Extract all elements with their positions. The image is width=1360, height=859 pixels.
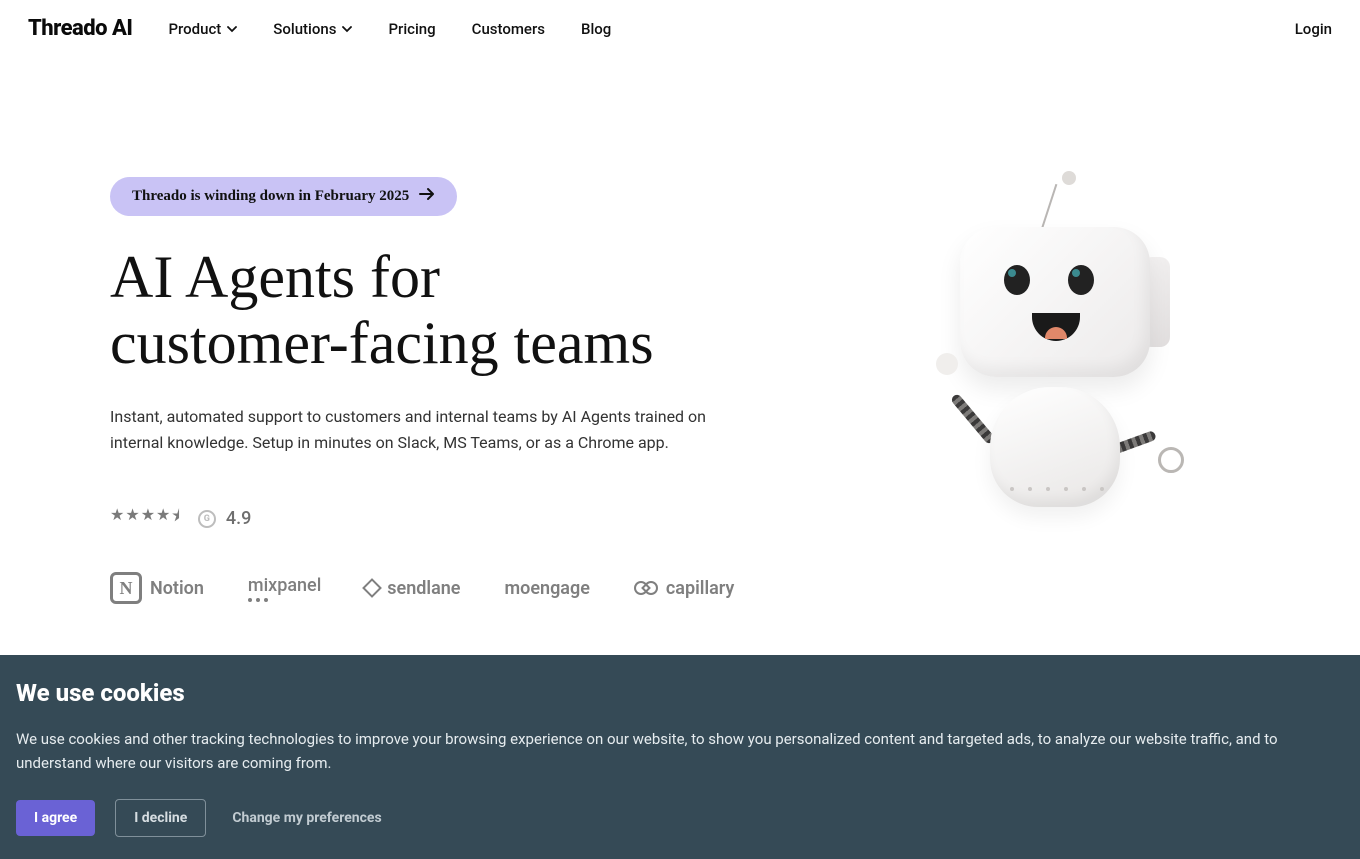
nav-label: Solutions xyxy=(273,20,336,38)
robot-mouth xyxy=(1032,313,1080,341)
hero-title: AI Agents for customer-facing teams xyxy=(110,244,830,376)
login-link[interactable]: Login xyxy=(1295,20,1332,38)
brand-label: capillary xyxy=(666,578,734,599)
cookie-decline-button[interactable]: I decline xyxy=(115,799,206,837)
brand-label: Notion xyxy=(150,578,204,599)
g2-badge-icon: G xyxy=(198,510,216,528)
robot-rivets xyxy=(1010,487,1104,491)
star-half-icon: ⯨ xyxy=(171,505,179,532)
star-icon: ★ xyxy=(125,505,139,532)
brand-capillary: capillary xyxy=(634,578,734,599)
diamond-icon xyxy=(362,578,382,598)
cookie-agree-button[interactable]: I agree xyxy=(16,800,95,836)
hero-illustration xyxy=(870,157,1250,557)
cookie-banner: We use cookies We use cookies and other … xyxy=(0,655,1360,859)
chevron-down-icon xyxy=(342,20,352,38)
robot-antenna xyxy=(1038,171,1078,231)
robot-head xyxy=(960,227,1150,377)
nav-item-pricing[interactable]: Pricing xyxy=(388,20,435,38)
robot-eye-left xyxy=(1004,265,1030,295)
star-rating: ★ ★ ★ ★ ⯨ xyxy=(110,505,180,532)
rating-value: 4.9 xyxy=(226,508,251,529)
arrow-right-icon xyxy=(419,187,435,206)
notion-icon: N xyxy=(110,572,142,604)
brand-label: sendlane xyxy=(387,578,460,599)
nav-label: Product xyxy=(168,20,221,38)
hearts-icon xyxy=(634,579,658,597)
brand-logos: N Notion mixpanel sendlane moengage capi… xyxy=(110,572,830,604)
star-icon: ★ xyxy=(156,505,170,532)
brand-label: moengage xyxy=(505,578,590,599)
mixpanel-dots-icon xyxy=(248,598,268,602)
nav-links: Product Solutions Pricing Customers Blog xyxy=(168,20,1258,38)
nav-label: Customers xyxy=(472,20,545,38)
nav-item-blog[interactable]: Blog xyxy=(581,20,611,38)
brand-moengage: moengage xyxy=(505,578,590,599)
hero-section: Threado is winding down in February 2025… xyxy=(0,57,1360,604)
nav-label: Blog xyxy=(581,20,611,38)
nav-item-product[interactable]: Product xyxy=(168,20,237,38)
top-nav: Threado AI Product Solutions Pricing Cus… xyxy=(0,0,1360,57)
logo[interactable]: Threado AI xyxy=(28,16,132,41)
brand-notion: N Notion xyxy=(110,572,204,604)
chevron-down-icon xyxy=(227,20,237,38)
cookie-title: We use cookies xyxy=(16,679,1344,707)
announcement-pill[interactable]: Threado is winding down in February 2025 xyxy=(110,177,457,216)
star-icon: ★ xyxy=(141,505,155,532)
robot-hand-left xyxy=(936,353,958,375)
robot-eye-right xyxy=(1068,265,1094,295)
hero-subtitle: Instant, automated support to customers … xyxy=(110,404,750,455)
hero-content: Threado is winding down in February 2025… xyxy=(110,177,830,604)
brand-label: mixpanel xyxy=(248,575,321,596)
nav-label: Pricing xyxy=(388,20,435,38)
robot-arm-left xyxy=(950,393,996,445)
nav-item-solutions[interactable]: Solutions xyxy=(273,20,352,38)
brand-sendlane: sendlane xyxy=(365,578,460,599)
cookie-actions: I agree I decline Change my preferences xyxy=(16,799,1344,837)
brand-mixpanel: mixpanel xyxy=(248,575,321,602)
star-icon: ★ xyxy=(110,505,124,532)
nav-item-customers[interactable]: Customers xyxy=(472,20,545,38)
robot-illustration xyxy=(870,157,1250,557)
cookie-text: We use cookies and other tracking techno… xyxy=(16,727,1316,775)
rating-row: ★ ★ ★ ★ ⯨ G 4.9 xyxy=(110,505,830,532)
cookie-preferences-link[interactable]: Change my preferences xyxy=(226,800,387,836)
announcement-text: Threado is winding down in February 2025 xyxy=(132,188,409,205)
robot-hand-right xyxy=(1158,447,1184,473)
